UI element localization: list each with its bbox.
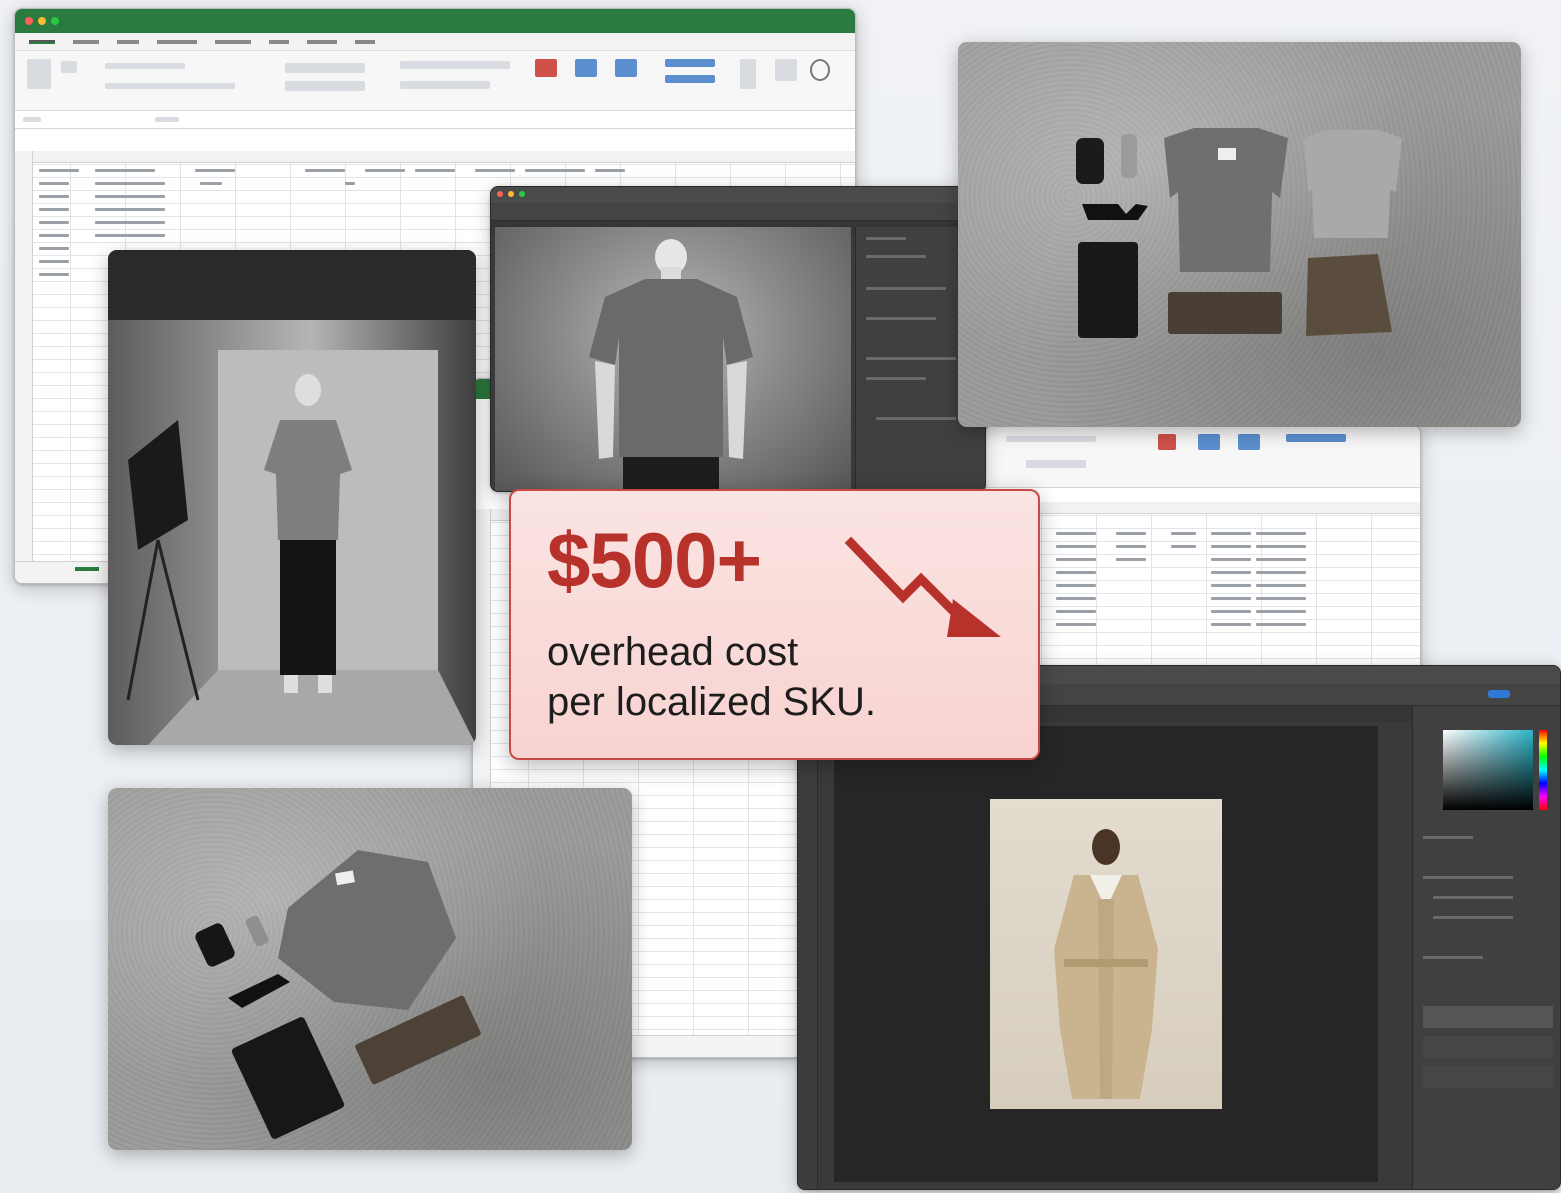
trenchcoat-model-photo: [990, 799, 1222, 1109]
spreadsheet-ribbon-right[interactable]: [986, 426, 1420, 488]
color-picker[interactable]: [1443, 730, 1533, 810]
angled-flatlay-illustration: [195, 850, 481, 1139]
stat-description-line1: overhead cost: [547, 630, 799, 674]
spreadsheet-ribbon[interactable]: [15, 51, 855, 111]
spreadsheet-window-right[interactable]: [985, 425, 1421, 685]
flatlay-photo-top: [958, 42, 1521, 427]
spreadsheet-grid-right[interactable]: [986, 502, 1420, 684]
stat-value: $500+: [547, 516, 762, 604]
image-editor-options-bar[interactable]: [491, 203, 985, 221]
image-editor-right-panel-2[interactable]: [1412, 706, 1560, 1189]
overhead-cost-card: $500+ overhead cost per localized SKU.: [509, 489, 1040, 760]
studio-scene-illustration: [108, 250, 476, 745]
flatlay-photo-bottom: [108, 788, 632, 1150]
layer-row[interactable]: [1423, 1036, 1553, 1058]
image-editor-title-bar: [491, 187, 985, 203]
window-controls-icon[interactable]: [25, 17, 59, 25]
trenchcoat-illustration: [1054, 829, 1158, 1099]
spreadsheet-ribbon-tabs[interactable]: [15, 33, 855, 51]
studio-shoot-photo: [108, 250, 476, 745]
stat-description-line2: per localized SKU.: [547, 680, 877, 724]
formula-bar[interactable]: [15, 111, 855, 129]
mannequin-illustration: [589, 239, 753, 491]
mannequin-tshirt-photo: [495, 227, 851, 491]
flatlay-items-illustration: [1076, 128, 1402, 338]
image-editor-window-mannequin[interactable]: [490, 186, 986, 492]
trend-down-arrow-icon: [844, 536, 1001, 637]
layer-row[interactable]: [1423, 1066, 1553, 1088]
share-button[interactable]: [1488, 690, 1510, 698]
layer-row[interactable]: [1423, 1006, 1553, 1028]
stat-description: overhead cost per localized SKU.: [547, 627, 967, 727]
hue-slider[interactable]: [1539, 730, 1547, 810]
spreadsheet-title-bar: [15, 9, 855, 33]
toolbar[interactable]: [798, 722, 818, 1189]
window-controls-icon[interactable]: [491, 187, 985, 201]
